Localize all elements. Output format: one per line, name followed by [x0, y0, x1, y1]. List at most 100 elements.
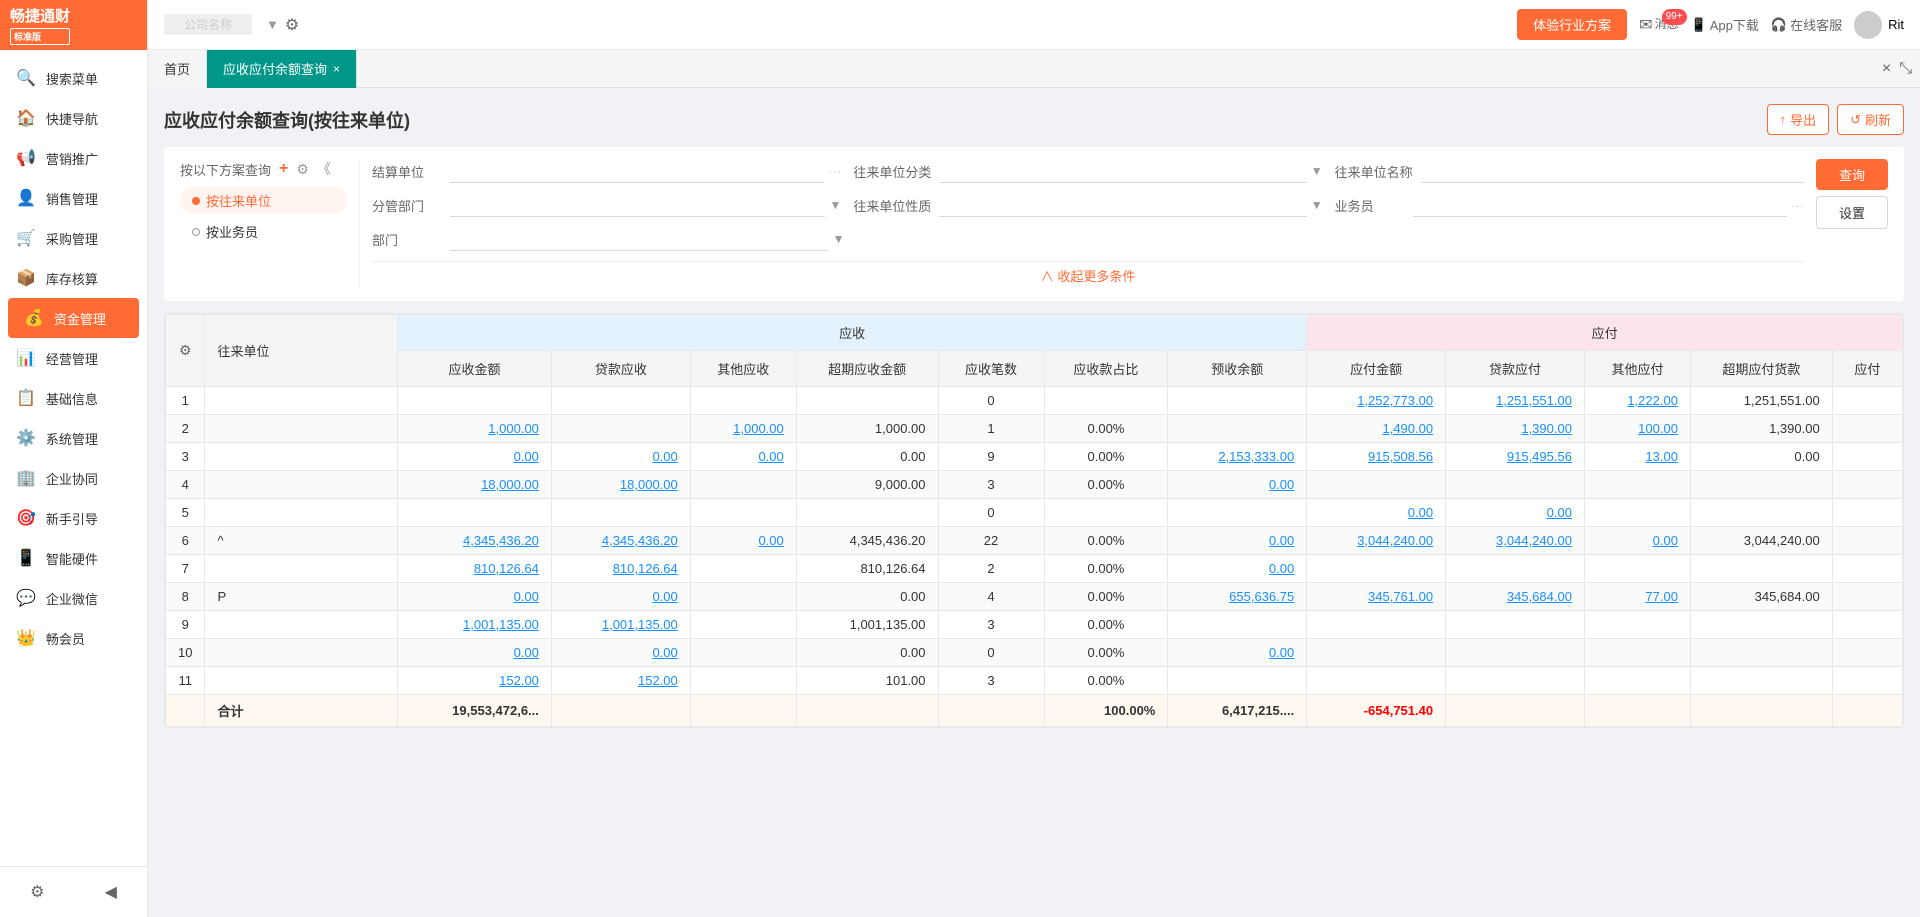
input-settlement[interactable]: [450, 159, 824, 183]
table-cell[interactable]: [1446, 639, 1585, 667]
table-cell[interactable]: 77.00: [1584, 583, 1690, 611]
cell-link[interactable]: 152.00: [638, 673, 678, 688]
table-cell[interactable]: 1,222.00: [1584, 387, 1690, 415]
table-cell[interactable]: [1446, 667, 1585, 695]
table-cell[interactable]: 0.00: [1307, 499, 1446, 527]
messages-icon[interactable]: ✉: [1639, 15, 1652, 35]
cell-link[interactable]: 655,636.75: [1229, 589, 1294, 604]
sidebar-item-enterprise[interactable]: 🏢企业协同: [0, 458, 147, 498]
tab-ar-balance[interactable]: 应收应付余额查询 ×: [207, 50, 357, 88]
select-dept[interactable]: [450, 193, 825, 217]
table-cell[interactable]: [1168, 415, 1307, 443]
table-cell[interactable]: [1168, 667, 1307, 695]
cell-link[interactable]: 0.00: [1269, 533, 1294, 548]
table-cell[interactable]: [690, 499, 796, 527]
table-cell[interactable]: 152.00: [551, 667, 690, 695]
table-cell[interactable]: [1584, 499, 1690, 527]
scheme-option-by-staff[interactable]: 按业务员: [180, 218, 347, 245]
cell-link[interactable]: 0.00: [1269, 477, 1294, 492]
cell-link[interactable]: 3,044,240.00: [1496, 533, 1572, 548]
tabbar-expand-btn[interactable]: ⤡: [1899, 60, 1912, 78]
input-unit-name[interactable]: [1421, 159, 1804, 183]
table-cell[interactable]: 915,508.56: [1307, 443, 1446, 471]
sidebar-item-operation[interactable]: 📊经营管理: [0, 338, 147, 378]
table-cell[interactable]: [1307, 639, 1446, 667]
cell-link[interactable]: 0.00: [652, 589, 677, 604]
table-cell[interactable]: [1307, 555, 1446, 583]
table-cell[interactable]: [690, 583, 796, 611]
tab-close-icon[interactable]: ×: [333, 62, 340, 76]
sidebar-item-member[interactable]: 👑畅会员: [0, 618, 147, 658]
table-cell[interactable]: 1,001,135.00: [551, 611, 690, 639]
select-department[interactable]: [450, 227, 829, 251]
cell-link[interactable]: 810,126.64: [613, 561, 678, 576]
cell-link[interactable]: 1,001,135.00: [602, 617, 678, 632]
table-cell[interactable]: [1584, 639, 1690, 667]
table-cell[interactable]: [1168, 611, 1307, 639]
setting-btn[interactable]: 设置: [1816, 196, 1888, 229]
sidebar-item-marketing[interactable]: 📢营销推广: [0, 138, 147, 178]
table-cell[interactable]: [398, 387, 552, 415]
sidebar-item-wechat[interactable]: 💬企业微信: [0, 578, 147, 618]
online-service-btn[interactable]: 🎧 在线客服: [1771, 15, 1842, 34]
table-cell[interactable]: 1,251,551.00: [1446, 387, 1585, 415]
table-cell[interactable]: 1,001,135.00: [398, 611, 552, 639]
table-cell[interactable]: 0.00: [398, 583, 552, 611]
table-cell[interactable]: 810,126.64: [551, 555, 690, 583]
cell-link[interactable]: 0.00: [1269, 645, 1294, 660]
table-cell[interactable]: [690, 667, 796, 695]
table-cell[interactable]: 13.00: [1584, 443, 1690, 471]
table-cell[interactable]: [690, 471, 796, 499]
sidebar-item-search-menu[interactable]: 🔍搜索菜单: [0, 58, 147, 98]
table-cell[interactable]: 655,636.75: [1168, 583, 1307, 611]
table-cell[interactable]: [1446, 471, 1585, 499]
table-cell[interactable]: [690, 387, 796, 415]
table-cell[interactable]: [1307, 471, 1446, 499]
table-cell[interactable]: 0.00: [398, 639, 552, 667]
table-cell[interactable]: 100.00: [1584, 415, 1690, 443]
table-cell[interactable]: 0.00: [1168, 471, 1307, 499]
table-cell[interactable]: [1446, 611, 1585, 639]
scheme-option-by-unit[interactable]: 按往来单位: [180, 187, 347, 214]
cell-link[interactable]: 1,252,773.00: [1357, 393, 1433, 408]
industry-solution-btn[interactable]: 体验行业方案: [1517, 9, 1627, 40]
cell-link[interactable]: 345,684.00: [1507, 589, 1572, 604]
table-cell[interactable]: 4,345,436.20: [398, 527, 552, 555]
table-cell[interactable]: [1584, 471, 1690, 499]
cell-link[interactable]: 915,495.56: [1507, 449, 1572, 464]
cell-link[interactable]: 0.00: [1653, 533, 1678, 548]
sidebar-item-sales[interactable]: 👤销售管理: [0, 178, 147, 218]
table-cell[interactable]: 0.00: [690, 527, 796, 555]
cell-link[interactable]: 0.00: [758, 533, 783, 548]
table-cell[interactable]: [1446, 555, 1585, 583]
input-salesperson[interactable]: [1413, 193, 1787, 217]
tab-home[interactable]: 首页: [148, 50, 207, 88]
table-cell[interactable]: 0.00: [1168, 555, 1307, 583]
scheme-add-btn[interactable]: +: [279, 160, 288, 178]
refresh-btn[interactable]: ↺ 刷新: [1837, 104, 1904, 135]
user-menu[interactable]: Rit: [1854, 11, 1904, 39]
table-cell[interactable]: [1168, 499, 1307, 527]
cell-link[interactable]: 1,222.00: [1627, 393, 1678, 408]
export-btn[interactable]: ↑ 导出: [1767, 104, 1830, 135]
scheme-settings-icon[interactable]: ⚙: [296, 161, 309, 178]
table-cell[interactable]: [690, 611, 796, 639]
select-unit-category[interactable]: [939, 159, 1306, 183]
cell-link[interactable]: 18,000.00: [481, 477, 539, 492]
table-cell[interactable]: [1584, 555, 1690, 583]
query-btn[interactable]: 查询: [1816, 159, 1888, 190]
topbar-settings-icon[interactable]: ⚙: [285, 15, 299, 35]
table-cell[interactable]: 345,761.00: [1307, 583, 1446, 611]
sidebar-item-guide[interactable]: 🎯新手引导: [0, 498, 147, 538]
table-cell[interactable]: 1,000.00: [398, 415, 552, 443]
table-cell[interactable]: [690, 555, 796, 583]
salesperson-dots-icon[interactable]: ···: [1791, 198, 1804, 213]
cell-link[interactable]: 1,390.00: [1521, 421, 1572, 436]
cell-link[interactable]: 77.00: [1645, 589, 1678, 604]
sidebar-item-smart-device[interactable]: 📱智能硬件: [0, 538, 147, 578]
table-cell[interactable]: 18,000.00: [398, 471, 552, 499]
table-cell[interactable]: 0.00: [690, 443, 796, 471]
cell-link[interactable]: 0.00: [1547, 505, 1572, 520]
sidebar-item-inventory[interactable]: 📦库存核算: [0, 258, 147, 298]
select-unit-nature[interactable]: [939, 193, 1306, 217]
